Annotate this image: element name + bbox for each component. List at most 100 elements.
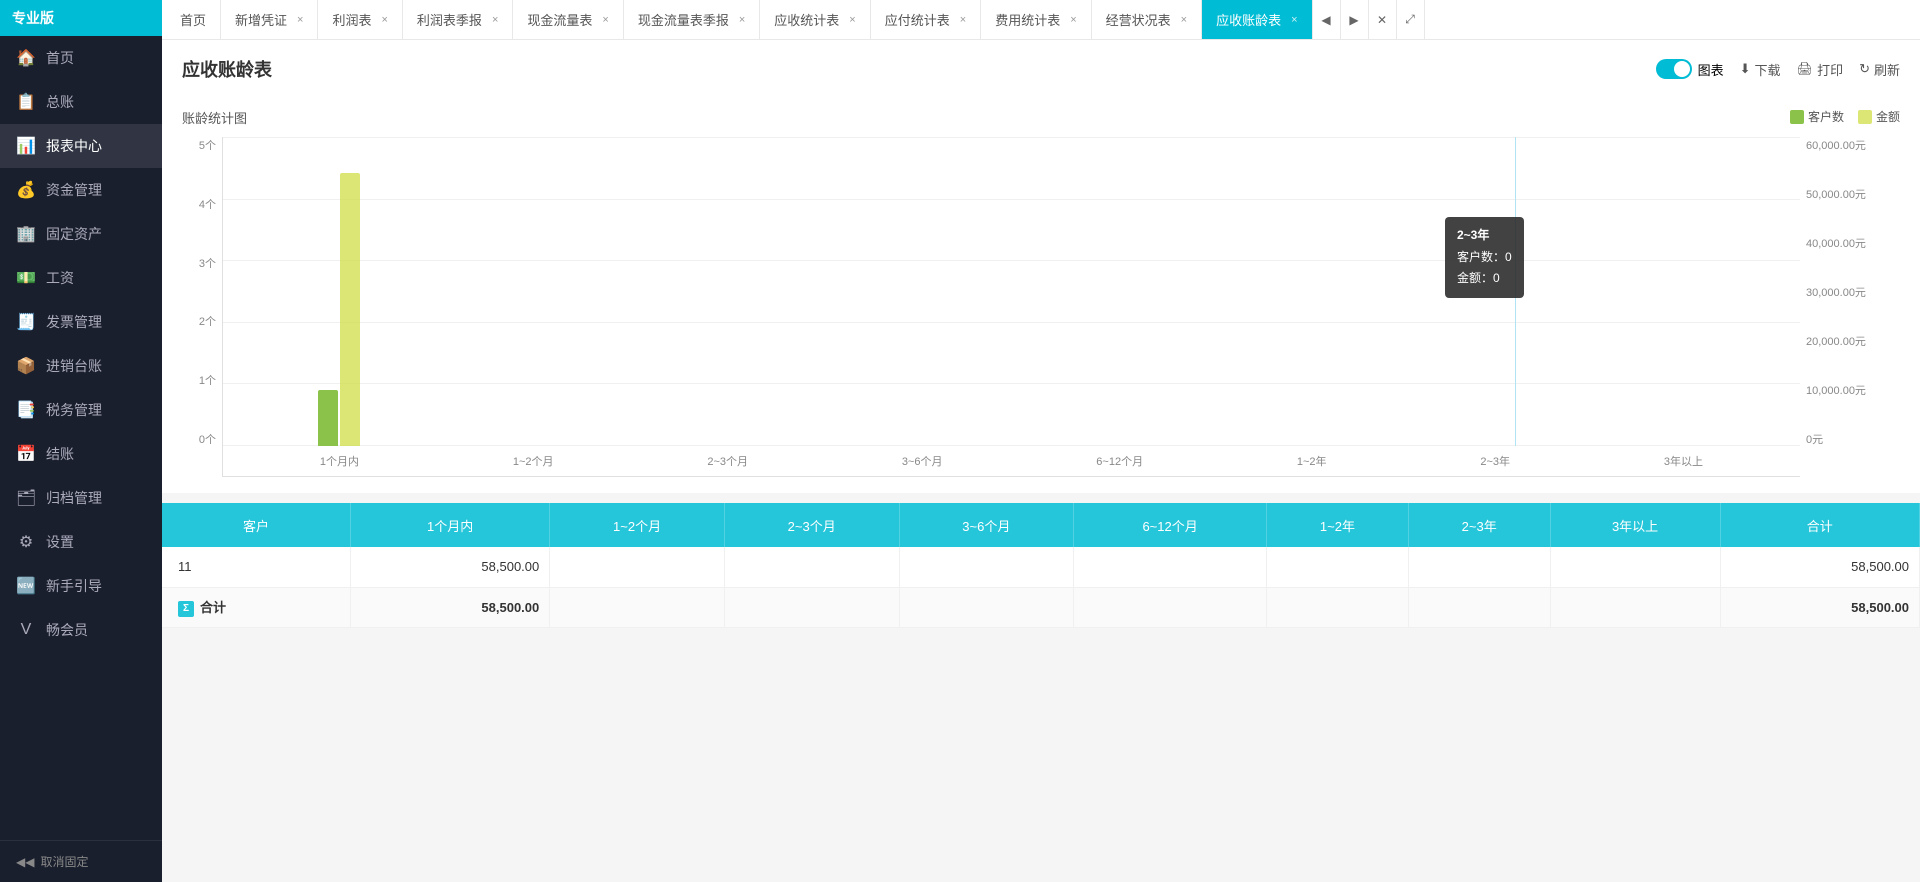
- tab-cashflow[interactable]: 现金流量表 ×: [513, 0, 623, 40]
- tab-close-expense-stats[interactable]: ×: [1070, 14, 1076, 26]
- tab-expense-stats[interactable]: 费用统计表 ×: [981, 0, 1091, 40]
- chart-title: 账龄统计图: [182, 108, 1900, 127]
- footer-label: 取消固定: [40, 853, 88, 870]
- table-cell-0-0: 11: [162, 547, 350, 587]
- y-left-label: 3个: [182, 255, 216, 271]
- x-label-5: 1~2年: [1297, 453, 1327, 469]
- page-content: 应收账龄表 图表 ⬇ 下载 🖨 打印 ↻ 刷新: [162, 40, 1920, 882]
- y-right-label: 20,000.00元: [1806, 333, 1900, 349]
- x-label-2: 2~3个月: [707, 453, 748, 469]
- tab-label-expense-stats: 费用统计表: [995, 10, 1060, 29]
- total-cell-9: 58,500.00: [1720, 587, 1919, 627]
- page-title: 应收账龄表: [182, 56, 272, 82]
- table-cell-0-1: 58,500.00: [350, 547, 549, 587]
- tab-close-profit[interactable]: ×: [381, 14, 387, 26]
- tab-profit[interactable]: 利润表 ×: [318, 0, 402, 40]
- sidebar-label-invoice: 发票管理: [46, 312, 102, 332]
- tab-close-ar-stats[interactable]: ×: [849, 14, 855, 26]
- legend-customers: 客户数: [1790, 108, 1844, 125]
- y-left-label: 2个: [182, 313, 216, 329]
- sidebar-item-ledger[interactable]: 📋 总账: [0, 80, 162, 124]
- tab-close-cashflow-quarterly[interactable]: ×: [739, 14, 745, 26]
- sidebar-label-tax: 税务管理: [46, 400, 102, 420]
- tab-next-btn[interactable]: ▶: [1341, 0, 1369, 40]
- table-header-0: 客户: [162, 503, 350, 547]
- tab-prev-btn[interactable]: ◀: [1313, 0, 1341, 40]
- sidebar-item-reports[interactable]: 📊报表中心: [0, 124, 162, 168]
- tab-close-cashflow[interactable]: ×: [602, 14, 608, 26]
- sidebar-icon-funds: 💰: [16, 180, 36, 200]
- sidebar-label-reports: 报表中心: [46, 136, 102, 156]
- sidebar-icon-home: 🏠: [16, 48, 36, 68]
- sidebar-item-funds[interactable]: 💰资金管理: [0, 168, 162, 212]
- tab-close-voucher[interactable]: ×: [297, 14, 303, 26]
- sidebar-label-guide: 新手引导: [46, 576, 102, 596]
- tab-label-ap-stats: 应付统计表: [885, 10, 950, 29]
- bars-row: [223, 137, 1800, 446]
- legend-amount-label: 金额: [1876, 108, 1900, 125]
- tab-ap-stats[interactable]: 应付统计表 ×: [871, 0, 981, 40]
- sidebar-item-vip[interactable]: V畅会员: [0, 608, 162, 652]
- sidebar-item-assets[interactable]: 🏢固定资产: [0, 212, 162, 256]
- sidebar-item-archive[interactable]: 🗂归档管理: [0, 476, 162, 520]
- sidebar-item-tax[interactable]: 📑 税务管理: [0, 388, 162, 432]
- tab-ar-stats[interactable]: 应收统计表×: [760, 0, 870, 40]
- tab-label-profit: 利润表: [332, 10, 371, 29]
- table-cell-0-9: 58,500.00: [1720, 547, 1919, 587]
- table-header-3: 2~3个月: [724, 503, 899, 547]
- sidebar-item-closing[interactable]: 📅结账: [0, 432, 162, 476]
- sidebar-icon-tax: 📑: [16, 400, 36, 420]
- total-cell-3: [724, 587, 899, 627]
- y-right-label: 60,000.00元: [1806, 137, 1900, 153]
- tab-profit-quarterly[interactable]: 利润表季报×: [403, 0, 513, 40]
- tab-close-ar-aging[interactable]: ×: [1291, 14, 1297, 26]
- sidebar-icon-closing: 📅: [16, 444, 36, 464]
- sidebar-item-settings[interactable]: ⚙设置: [0, 520, 162, 564]
- sidebar-footer[interactable]: ◀◀ 取消固定: [0, 840, 162, 882]
- sidebar-item-home[interactable]: 🏠首页: [0, 36, 162, 80]
- sidebar: 专业版 🏠首页📋总账📊报表中心💰资金管理🏢固定资产💵工资🧾发票管理📦进销台账📑税…: [0, 0, 162, 882]
- y-right-label: 30,000.00元: [1806, 284, 1900, 300]
- refresh-btn[interactable]: ↻ 刷新: [1859, 60, 1900, 79]
- chart-toggle[interactable]: [1656, 59, 1692, 79]
- sidebar-icon-vip: V: [16, 621, 36, 639]
- tab-close-all-btn[interactable]: ✕: [1369, 0, 1397, 40]
- table-cell-0-8: [1550, 547, 1720, 587]
- sidebar-item-inventory[interactable]: 📦进销台账: [0, 344, 162, 388]
- sidebar-icon-ledger: 📋: [16, 92, 36, 112]
- total-cell-5: [1074, 587, 1267, 627]
- print-btn[interactable]: 🖨 打印: [1797, 60, 1844, 79]
- table-header-2: 1~2个月: [550, 503, 725, 547]
- tab-ar-aging[interactable]: 应收账龄表×: [1202, 0, 1312, 40]
- sidebar-item-invoice[interactable]: 🧾发票管理: [0, 300, 162, 344]
- x-labels: 1个月内1~2个月2~3个月3~6个月6~12个月1~2年2~3年3年以上: [223, 446, 1800, 476]
- sidebar-item-guide[interactable]: 🆕新手引导: [0, 564, 162, 608]
- tab-close-profit-quarterly[interactable]: ×: [492, 14, 498, 26]
- tab-cashflow-quarterly[interactable]: 现金流量表季报×: [624, 0, 760, 40]
- bar-customers-0: [318, 390, 338, 446]
- sidebar-label-settings: 设置: [46, 532, 74, 552]
- tab-business-status[interactable]: 经营状况表×: [1092, 0, 1202, 40]
- tab-label-cashflow: 现金流量表: [527, 10, 592, 29]
- total-cell-1: 58,500.00: [350, 587, 549, 627]
- table-header-8: 3年以上: [1550, 503, 1720, 547]
- pin-icon: ◀◀: [16, 855, 34, 869]
- tab-expand-btn[interactable]: ⤢: [1397, 0, 1425, 40]
- chart-area: 0个1个2个3个4个5个 1个月内1~2个月2~3个月3~6个月6~12个月1~…: [182, 137, 1900, 477]
- tab-label-home: 首页: [180, 10, 206, 29]
- main-content: 首页新增凭证×利润表×利润表季报×现金流量表×现金流量表季报×应收统计表×应付统…: [162, 0, 1920, 882]
- download-btn[interactable]: ⬇ 下载: [1740, 60, 1781, 79]
- sidebar-label-archive: 归档管理: [46, 488, 102, 508]
- table-container: 客户1个月内1~2个月2~3个月3~6个月6~12个月1~2年2~3年3年以上合…: [162, 503, 1920, 628]
- tab-voucher[interactable]: 新增凭证×: [221, 0, 318, 40]
- tab-close-ap-stats[interactable]: ×: [960, 14, 966, 26]
- sidebar-label-ledger: 总账: [46, 92, 74, 112]
- legend-customers-dot: [1790, 110, 1804, 124]
- table-header-5: 6~12个月: [1074, 503, 1267, 547]
- y-axis-right: 0元10,000.00元20,000.00元30,000.00元40,000.0…: [1800, 137, 1900, 477]
- refresh-icon: ↻: [1859, 61, 1870, 77]
- tab-close-business-status[interactable]: ×: [1181, 14, 1187, 26]
- sidebar-nav: 🏠首页 📋 总账 📊报表中心💰资金管理🏢固定资产💵工资🧾发票管理📦进销台账 📑 税务管理 📅…: [0, 36, 162, 840]
- tab-home[interactable]: 首页: [166, 0, 221, 40]
- sidebar-item-salary[interactable]: 💵工资: [0, 256, 162, 300]
